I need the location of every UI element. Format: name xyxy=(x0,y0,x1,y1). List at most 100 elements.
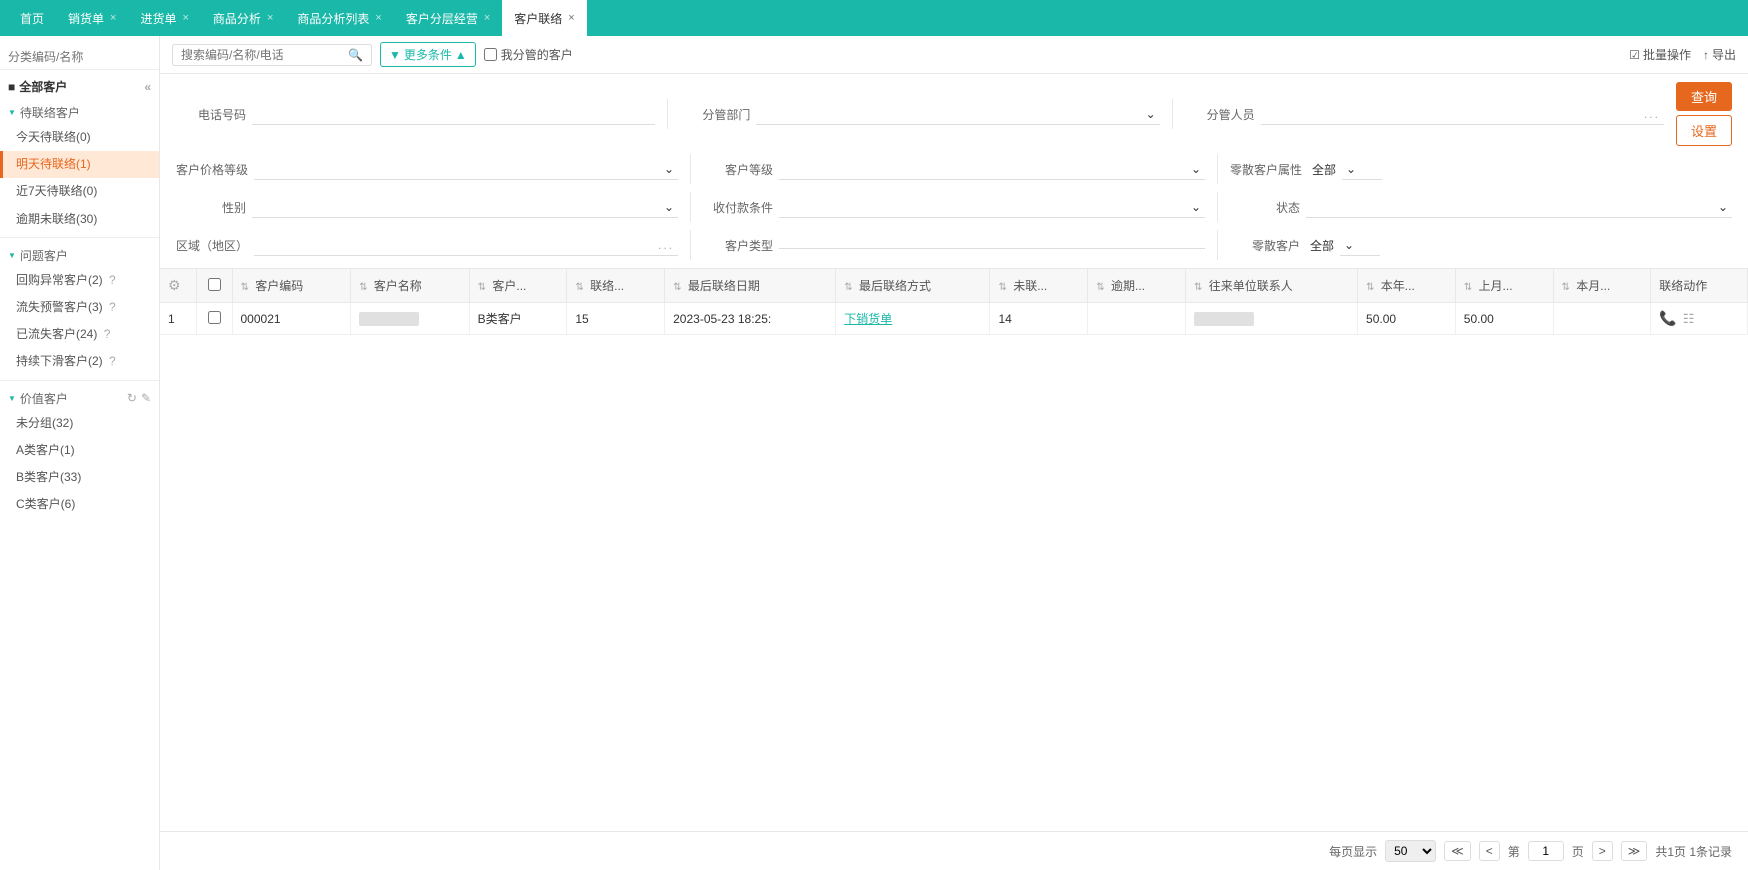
per-page-select[interactable]: 50 100 200 xyxy=(1385,840,1436,862)
more-filter-button[interactable]: ▼ 更多条件 ▲ xyxy=(380,42,476,67)
page-suffix: 页 xyxy=(1572,843,1584,860)
chevron-down-icon: ⌄ xyxy=(1344,238,1354,252)
payment-select[interactable]: ⌄ xyxy=(779,197,1205,218)
nav-close-icon[interactable]: × xyxy=(267,12,273,24)
export-icon: ↑ xyxy=(1703,48,1709,62)
sidebar-item-tomorrow-pending[interactable]: 明天待联络(1) xyxy=(0,151,159,178)
refresh-icon[interactable]: ↻ xyxy=(127,391,137,405)
help-icon[interactable]: ? xyxy=(109,300,116,314)
toolbar: 🔍 ▼ 更多条件 ▲ 我分管的客户 ☑ 批量操作 ↑ 导出 xyxy=(160,36,1748,74)
row-checkbox-cell xyxy=(196,303,232,335)
filter-row-4: 区域（地区） ... 客户类型 零散客户 全部 xyxy=(176,230,1732,260)
nav-purchase-order[interactable]: 进货单 × xyxy=(128,0,200,36)
col-this-month[interactable]: 本月... xyxy=(1553,269,1651,303)
sidebar-all-customers[interactable]: ■ 全部客户 « xyxy=(0,74,159,99)
content-area: 🔍 ▼ 更多条件 ▲ 我分管的客户 ☑ 批量操作 ↑ 导出 xyxy=(160,36,1748,870)
sidebar-item-abnormal-repurchase[interactable]: 回购异常客户(2) ? xyxy=(0,267,159,294)
settings-gear-icon[interactable]: ⚙ xyxy=(168,277,181,293)
filter-separator-3 xyxy=(690,154,691,184)
nav-customer-contact[interactable]: 客户联络 × xyxy=(502,0,586,36)
manager-dots-button[interactable]: ... xyxy=(1644,107,1660,121)
region-dots-button[interactable]: ... xyxy=(658,238,674,252)
export-button[interactable]: ↑ 导出 xyxy=(1703,46,1736,63)
col-name[interactable]: 客户名称 xyxy=(351,269,470,303)
sidebar-item-week-pending[interactable]: 近7天待联络(0) xyxy=(0,178,159,205)
sidebar-item-c-class[interactable]: C类客户(6) xyxy=(0,491,159,518)
chevron-down-icon: ⌄ xyxy=(1146,107,1156,121)
customer-level-select[interactable]: ⌄ xyxy=(779,159,1205,180)
sidebar-item-churn-warning[interactable]: 流失预警客户(3) ? xyxy=(0,294,159,321)
row-code-cell: 000021 xyxy=(232,303,351,335)
filter-payment: 收付款条件 ⌄ xyxy=(703,197,1205,218)
customer-table: ⚙ 客户编码 客户名称 客户... xyxy=(160,269,1748,335)
select-all-checkbox[interactable] xyxy=(208,278,221,291)
col-contact-count[interactable]: 联络... xyxy=(567,269,665,303)
nav-product-analysis-list[interactable]: 商品分析列表 × xyxy=(285,0,393,36)
sidebar-problem-section: 问题客户 xyxy=(0,242,159,267)
nav-home[interactable]: 首页 xyxy=(8,0,56,36)
help-icon[interactable]: ? xyxy=(109,354,116,368)
customer-level-label: 客户等级 xyxy=(703,161,773,178)
last-page-button[interactable]: ≫ xyxy=(1621,841,1648,861)
search-input[interactable] xyxy=(181,48,344,62)
sidebar-item-declining[interactable]: 持续下滑客户(2) ? xyxy=(0,348,159,375)
nav-close-icon[interactable]: × xyxy=(484,12,490,24)
sidebar-search-input[interactable] xyxy=(8,50,160,64)
retail-attr-select[interactable]: ⌄ xyxy=(1342,159,1382,180)
customer-price-select[interactable]: ⌄ xyxy=(254,159,678,180)
last-method-link[interactable]: 下销货单 xyxy=(844,312,892,326)
nav-close-icon[interactable]: × xyxy=(182,12,188,24)
retail-select[interactable]: ⌄ xyxy=(1340,235,1380,256)
help-icon[interactable]: ? xyxy=(104,327,111,341)
my-customers-checkbox-label[interactable]: 我分管的客户 xyxy=(484,46,573,63)
col-type[interactable]: 客户... xyxy=(469,269,567,303)
filter-customer-price: 客户价格等级 ⌄ xyxy=(176,159,678,180)
nav-close-icon[interactable]: × xyxy=(375,12,381,24)
nav-close-icon[interactable]: × xyxy=(110,12,116,24)
first-page-button[interactable]: ≪ xyxy=(1444,841,1471,861)
grid-action-icon[interactable]: ☷ xyxy=(1683,311,1695,327)
filter-retail: 零散客户 全部 ⌄ xyxy=(1230,235,1732,256)
nav-sales-order[interactable]: 销货单 × xyxy=(56,0,128,36)
row-action-cell: 📞 ☷ xyxy=(1651,303,1748,335)
row-checkbox[interactable] xyxy=(208,311,221,324)
batch-operation-button[interactable]: ☑ 批量操作 xyxy=(1629,46,1691,63)
nav-customer-segment[interactable]: 客户分层经营 × xyxy=(394,0,502,36)
col-last-date[interactable]: 最后联络日期 xyxy=(665,269,836,303)
status-select[interactable]: ⌄ xyxy=(1306,197,1732,218)
checkbox-icon: ☑ xyxy=(1629,48,1640,62)
nav-product-analysis[interactable]: 商品分析 × xyxy=(201,0,285,36)
sidebar-collapse-icon[interactable]: « xyxy=(144,80,151,94)
sidebar-item-today-pending[interactable]: 今天待联络(0) xyxy=(0,124,159,151)
filter-region: 区域（地区） ... xyxy=(176,235,678,256)
next-page-button[interactable]: > xyxy=(1592,841,1613,861)
col-last-month[interactable]: 上月... xyxy=(1455,269,1553,303)
top-navigation: 首页 销货单 × 进货单 × 商品分析 × 商品分析列表 × 客户分层经营 × … xyxy=(0,0,1748,36)
page-number-input[interactable] xyxy=(1528,841,1564,861)
prev-page-button[interactable]: < xyxy=(1479,841,1500,861)
phone-input[interactable] xyxy=(252,104,655,125)
sidebar-item-overdue-pending[interactable]: 逾期未联络(30) xyxy=(0,206,159,233)
help-icon[interactable]: ? xyxy=(109,273,116,287)
search-icon[interactable]: 🔍 xyxy=(348,48,363,62)
col-last-method[interactable]: 最后联络方式 xyxy=(836,269,990,303)
sidebar-item-b-class[interactable]: B类客户(33) xyxy=(0,464,159,491)
edit-icon[interactable]: ✎ xyxy=(141,391,151,405)
sidebar-item-a-class[interactable]: A类客户(1) xyxy=(0,437,159,464)
col-code[interactable]: 客户编码 xyxy=(232,269,351,303)
col-overdue[interactable]: 逾期... xyxy=(1088,269,1186,303)
col-year-amount[interactable]: 本年... xyxy=(1358,269,1456,303)
sidebar-item-ungrouped[interactable]: 未分组(32) xyxy=(0,410,159,437)
customer-price-label: 客户价格等级 xyxy=(176,161,248,178)
col-uncontacted[interactable]: 未联... xyxy=(990,269,1088,303)
nav-close-icon[interactable]: × xyxy=(568,12,574,24)
my-customers-checkbox[interactable] xyxy=(484,48,497,61)
col-contact-person[interactable]: 往来单位联系人 xyxy=(1185,269,1357,303)
customer-type-select[interactable] xyxy=(779,242,1205,249)
query-button[interactable]: 查询 xyxy=(1676,82,1732,111)
dept-select[interactable]: ⌄ xyxy=(756,104,1159,125)
setting-button[interactable]: 设置 xyxy=(1676,115,1732,146)
contact-action-icon[interactable]: 📞 xyxy=(1659,310,1676,327)
gender-select[interactable]: ⌄ xyxy=(252,197,678,218)
sidebar-item-churned[interactable]: 已流失客户(24) ? xyxy=(0,321,159,348)
